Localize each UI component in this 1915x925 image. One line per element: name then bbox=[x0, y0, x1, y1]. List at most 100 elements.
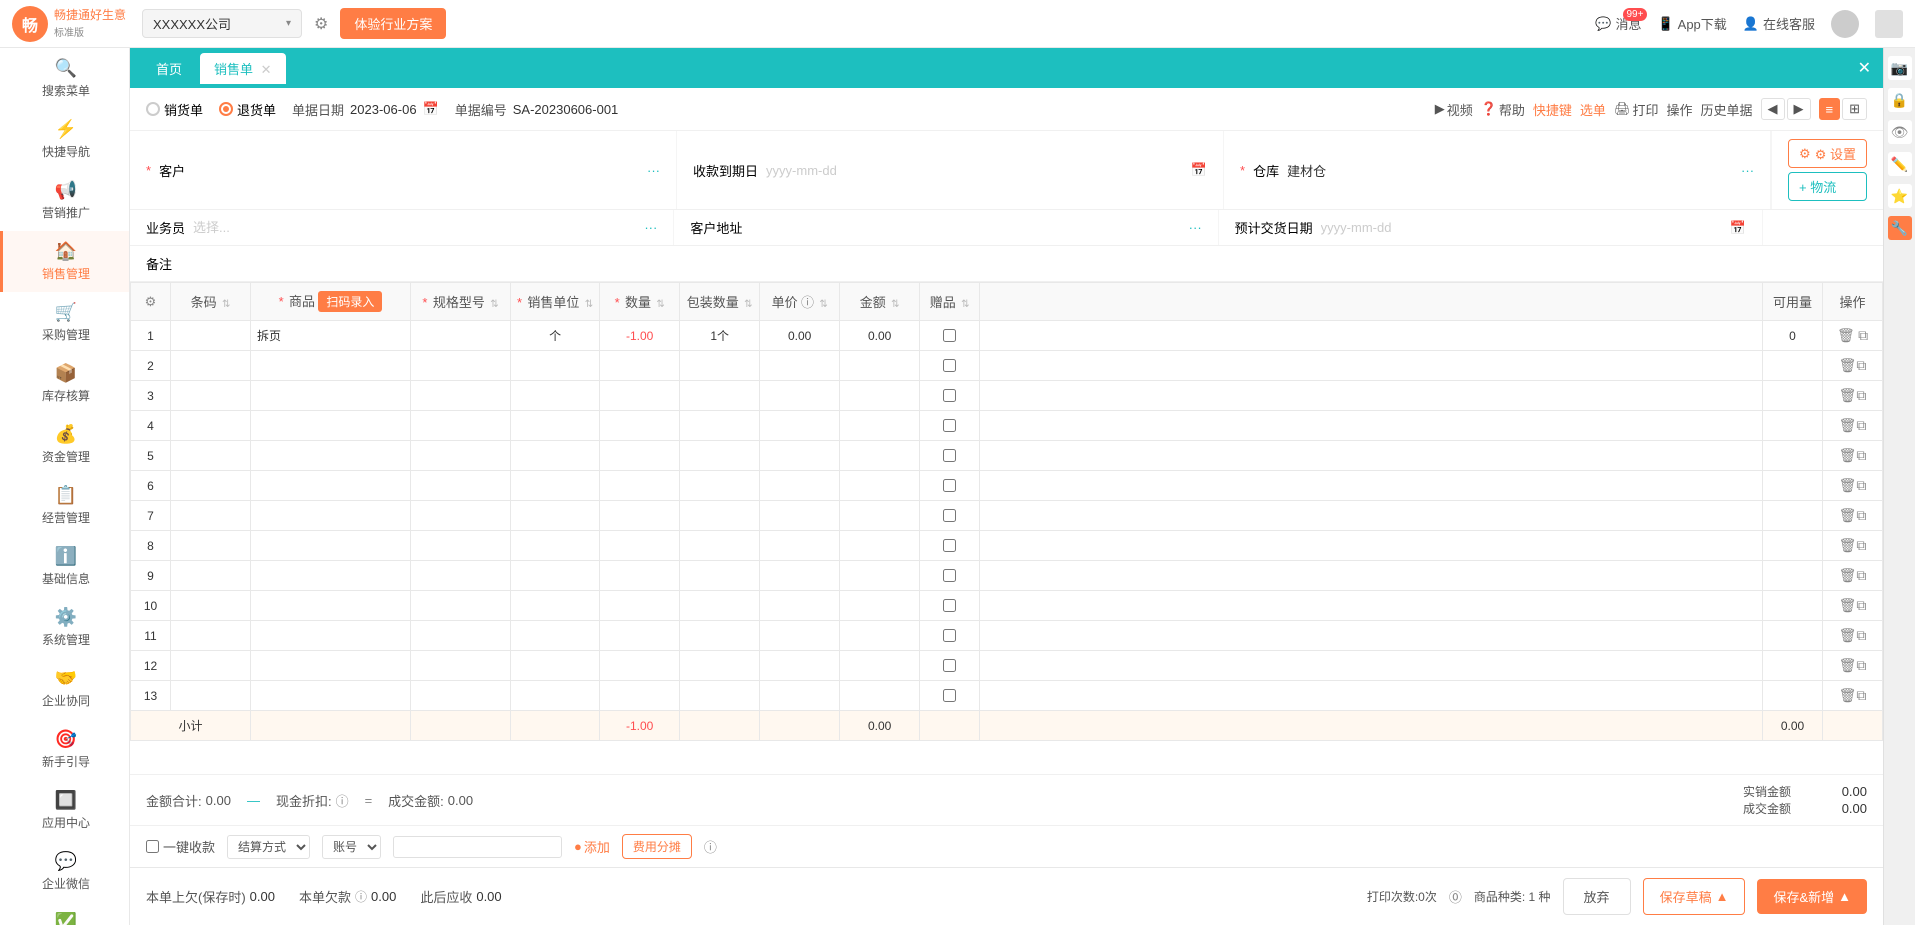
price-help-icon[interactable]: ⓘ bbox=[801, 295, 814, 310]
right-panel-icon-2[interactable]: 🔒 bbox=[1888, 88, 1912, 112]
experience-btn[interactable]: 体验行业方案 bbox=[340, 8, 446, 39]
delete-row-1-icon[interactable]: 🗑 bbox=[1837, 327, 1855, 343]
tab-bar-close-btn[interactable]: ✕ bbox=[1858, 58, 1871, 78]
sidebar-item-nav[interactable]: ⚡ 快捷导航 bbox=[0, 109, 129, 170]
sidebar-item-system[interactable]: ⚙️ 系统管理 bbox=[0, 597, 129, 658]
delete-icon[interactable]: 🗑 bbox=[1839, 597, 1857, 613]
delete-icon[interactable]: 🗑 bbox=[1839, 627, 1857, 643]
online-service-item[interactable]: 👤 在线客服 bbox=[1743, 14, 1815, 33]
list-view-btn[interactable]: ≡ bbox=[1819, 98, 1841, 120]
sidebar-item-purchase[interactable]: 🛒 采购管理 bbox=[0, 292, 129, 353]
sort-price-icon[interactable]: ⇅ bbox=[819, 299, 827, 310]
delivery-calendar-icon[interactable]: 📅 bbox=[1730, 220, 1746, 236]
copy-icon[interactable]: ⧉ bbox=[1856, 417, 1866, 433]
operation-link[interactable]: 操作 bbox=[1666, 100, 1692, 119]
tab-sales-order[interactable]: 销售单 ✕ bbox=[200, 53, 286, 84]
one-key-payment-label[interactable]: 一键收款 bbox=[146, 837, 215, 856]
copy-icon[interactable]: ⧉ bbox=[1856, 477, 1866, 493]
arrears-help-icon[interactable]: ⓘ bbox=[355, 888, 367, 905]
customer-dots[interactable]: ··· bbox=[647, 163, 660, 178]
right-panel-icon-5[interactable]: ⭐ bbox=[1888, 184, 1912, 208]
sidebar-item-apps[interactable]: 🔲 应用中心 bbox=[0, 780, 129, 841]
settings-button-2[interactable]: ⚙ ⚙ 设置 bbox=[1788, 139, 1867, 168]
message-item[interactable]: 💬 消息 99+ bbox=[1595, 14, 1641, 33]
sidebar-item-search[interactable]: 🔍 搜索菜单 bbox=[0, 48, 129, 109]
right-panel-icon-4[interactable]: ✏️ bbox=[1888, 152, 1912, 176]
sidebar-item-marketing[interactable]: 📢 营销推广 bbox=[0, 170, 129, 231]
calendar-icon[interactable]: 📅 bbox=[423, 101, 439, 117]
row-unit-1[interactable]: 个 bbox=[511, 321, 600, 351]
delivery-input[interactable] bbox=[1321, 220, 1718, 235]
copy-row-1-icon[interactable]: ⧉ bbox=[1858, 327, 1868, 343]
sort-barcode-icon[interactable]: ⇅ bbox=[222, 299, 230, 310]
scan-button[interactable]: 扫码录入 bbox=[318, 291, 382, 312]
table-gear-icon[interactable]: ⚙ bbox=[145, 294, 157, 309]
sidebar-item-member[interactable]: ✅ 畅会员 bbox=[0, 902, 129, 925]
staff-input[interactable] bbox=[193, 220, 632, 235]
logistics-button[interactable]: + 物流 bbox=[1788, 172, 1867, 201]
sidebar-item-basic[interactable]: ℹ️ 基础信息 bbox=[0, 536, 129, 597]
copy-icon[interactable]: ⧉ bbox=[1856, 387, 1866, 403]
company-select[interactable]: XXXXXX公司 ▾ bbox=[142, 9, 302, 38]
address-dots[interactable]: ··· bbox=[1189, 220, 1202, 235]
settings-button[interactable]: ⚙ bbox=[310, 10, 332, 38]
copy-icon[interactable]: ⧉ bbox=[1856, 507, 1866, 523]
copy-icon[interactable]: ⧉ bbox=[1856, 447, 1866, 463]
payment-account-select[interactable]: 账号 bbox=[322, 835, 381, 859]
sidebar-item-collab[interactable]: 🤝 企业协同 bbox=[0, 658, 129, 719]
next-btn[interactable]: ▶ bbox=[1787, 98, 1811, 120]
copy-icon[interactable]: ⧉ bbox=[1856, 357, 1866, 373]
row-product-1[interactable]: 拆页 bbox=[251, 321, 411, 351]
history-link[interactable]: 历史单据 bbox=[1700, 100, 1752, 119]
row-gift-1[interactable] bbox=[920, 321, 980, 351]
payment-method-select[interactable]: 结算方式 bbox=[227, 835, 310, 859]
abandon-btn[interactable]: 放弃 bbox=[1563, 878, 1631, 915]
copy-icon[interactable]: ⧉ bbox=[1856, 567, 1866, 583]
address-input[interactable] bbox=[750, 220, 1176, 235]
customer-input[interactable] bbox=[193, 163, 635, 178]
copy-icon[interactable]: ⧉ bbox=[1856, 627, 1866, 643]
copy-icon[interactable]: ⧉ bbox=[1856, 657, 1866, 673]
video-link[interactable]: ▶ 视频 bbox=[1435, 100, 1473, 119]
avatar-dropdown[interactable] bbox=[1875, 10, 1903, 38]
sort-amount-icon[interactable]: ⇅ bbox=[891, 299, 899, 310]
delete-icon[interactable]: 🗑 bbox=[1839, 567, 1857, 583]
staff-dots[interactable]: ··· bbox=[644, 220, 657, 235]
sort-spec-icon[interactable]: ⇅ bbox=[490, 299, 498, 310]
save-draft-btn[interactable]: 保存草稿 ▲ bbox=[1643, 878, 1746, 915]
delete-icon[interactable]: 🗑 bbox=[1839, 357, 1857, 373]
print-link[interactable]: 🖨 打印 bbox=[1614, 100, 1659, 119]
tab-close-icon[interactable]: ✕ bbox=[261, 62, 272, 77]
delete-icon[interactable]: 🗑 bbox=[1839, 687, 1857, 703]
shortcut-link[interactable]: 快捷键 bbox=[1533, 100, 1572, 119]
radio-sales[interactable]: 销货单 bbox=[146, 100, 203, 119]
sidebar-item-management[interactable]: 📋 经营管理 bbox=[0, 475, 129, 536]
sidebar-item-wechat[interactable]: 💬 企业微信 bbox=[0, 841, 129, 902]
tab-home[interactable]: 首页 bbox=[142, 53, 196, 84]
warehouse-input[interactable] bbox=[1287, 163, 1729, 178]
sort-unit-icon[interactable]: ⇅ bbox=[585, 299, 593, 310]
expense-help-icon[interactable]: ⓘ bbox=[704, 837, 717, 856]
row-spec-1[interactable] bbox=[411, 321, 511, 351]
row-price-1[interactable]: 0.00 bbox=[760, 321, 840, 351]
row-barcode-1[interactable] bbox=[171, 321, 251, 351]
delete-icon[interactable]: 🗑 bbox=[1839, 657, 1857, 673]
row-amount-1[interactable]: 0.00 bbox=[840, 321, 920, 351]
select-link[interactable]: 选单 bbox=[1580, 100, 1606, 119]
sort-qty-icon[interactable]: ⇅ bbox=[656, 299, 664, 310]
delete-icon[interactable]: 🗑 bbox=[1839, 507, 1857, 523]
save-new-btn[interactable]: 保存&新增 ▲ bbox=[1757, 879, 1867, 914]
add-payment-btn[interactable]: ● 添加 bbox=[574, 837, 610, 856]
delete-icon[interactable]: 🗑 bbox=[1839, 387, 1857, 403]
row-qty-1[interactable]: -1.00 bbox=[600, 321, 680, 351]
delete-icon[interactable]: 🗑 bbox=[1839, 417, 1857, 433]
app-download-item[interactable]: 📱 App下载 bbox=[1657, 14, 1726, 33]
right-panel-icon-6[interactable]: 🔧 bbox=[1888, 216, 1912, 240]
sidebar-item-guide[interactable]: 🎯 新手引导 bbox=[0, 719, 129, 780]
sidebar-item-inventory[interactable]: 📦 库存核算 bbox=[0, 353, 129, 414]
sidebar-item-finance[interactable]: 💰 资金管理 bbox=[0, 414, 129, 475]
warehouse-dots[interactable]: ··· bbox=[1741, 163, 1754, 178]
grid-view-btn[interactable]: ⊞ bbox=[1842, 98, 1867, 120]
copy-icon[interactable]: ⧉ bbox=[1856, 537, 1866, 553]
payment-amount-input[interactable] bbox=[393, 836, 562, 858]
